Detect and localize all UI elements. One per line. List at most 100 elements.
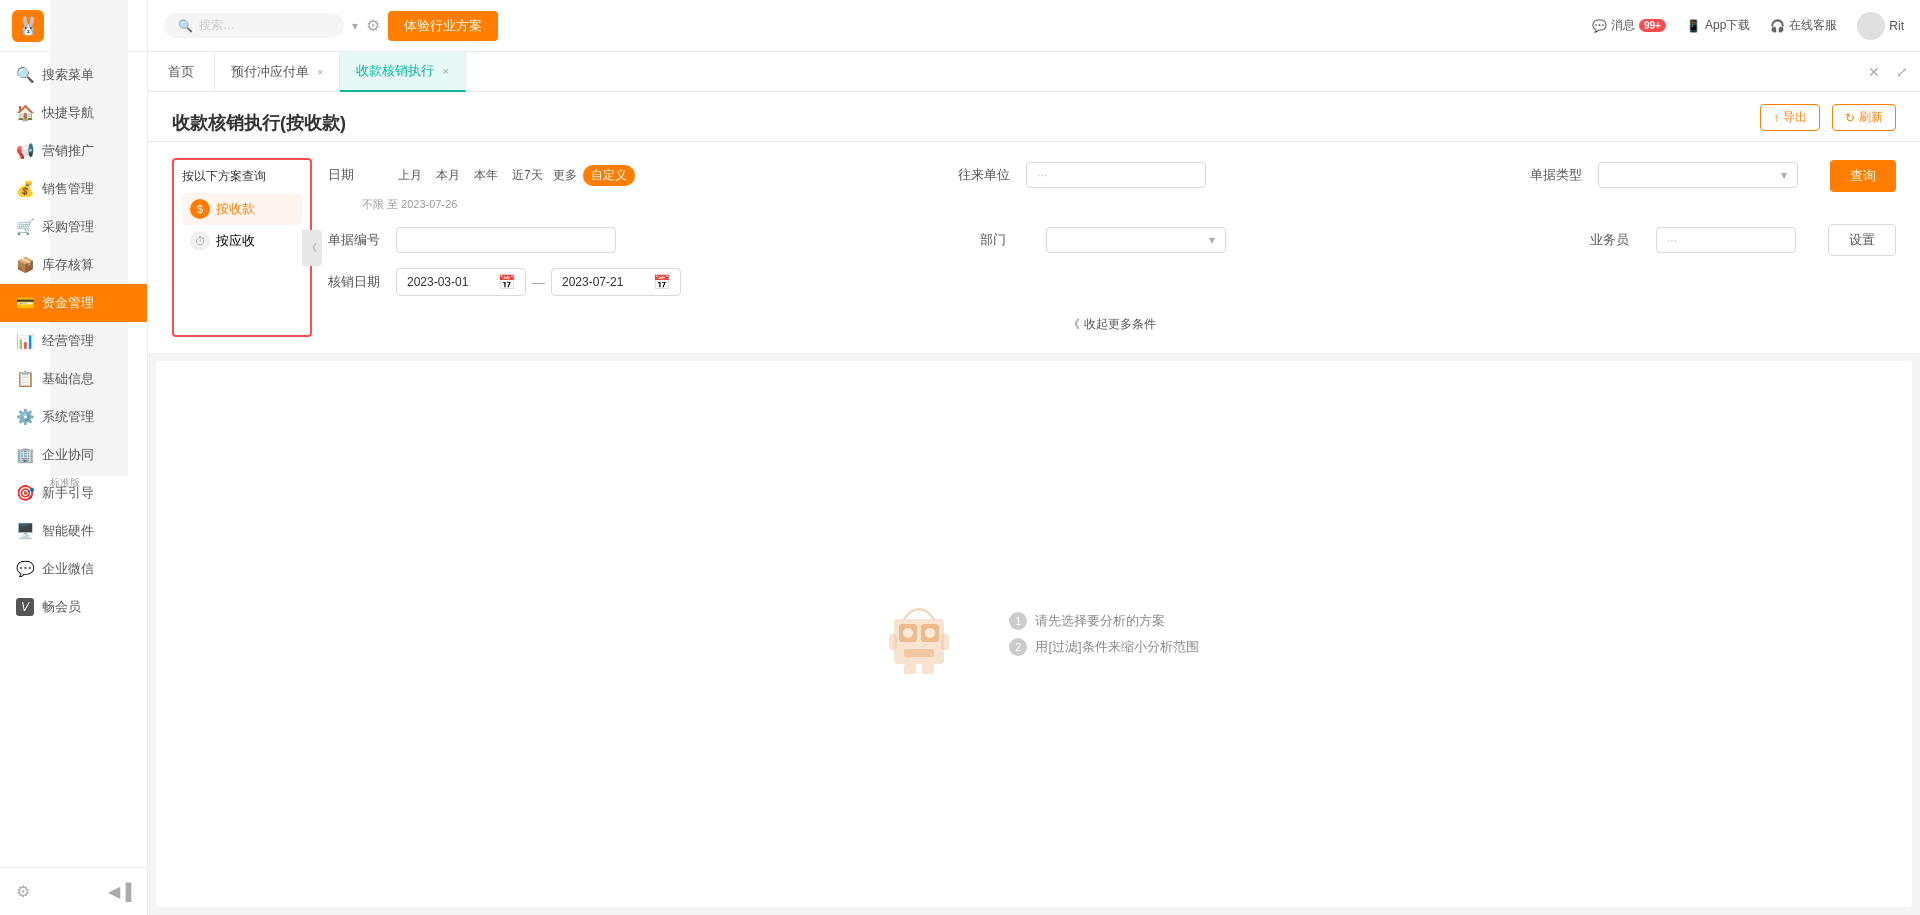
service-icon: 🎧 [1770, 19, 1785, 33]
doc-no-input[interactable] [396, 227, 616, 253]
online-service-btn[interactable]: 🎧 在线客服 [1770, 17, 1837, 34]
close-tab-icon[interactable]: ✕ [1864, 62, 1884, 82]
doc-type-select[interactable]: ▾ [1598, 162, 1798, 188]
calendar-start-icon: 📅 [498, 274, 515, 290]
date-last-month[interactable]: 上月 [394, 165, 426, 186]
search-icon: 🔍 [16, 66, 34, 84]
receipt-icon: $ [190, 199, 210, 219]
sidebar-item-member[interactable]: V 畅会员 [0, 588, 147, 626]
dept-select[interactable]: ▾ [1046, 227, 1226, 253]
tab-collection-close[interactable]: × [442, 65, 448, 77]
message-icon: 💬 [1592, 19, 1607, 33]
date-more[interactable]: 更多 [553, 167, 577, 184]
collapse-sidebar-icon[interactable]: ◀▐ [108, 882, 131, 901]
tab-home-label: 首页 [168, 63, 194, 81]
purchase-icon: 🛒 [16, 218, 34, 236]
hardware-icon: 🖥️ [16, 522, 34, 540]
collapse-more-btn[interactable]: 《 收起更多条件 [1056, 312, 1168, 337]
filter-panel-collapse-btn[interactable]: 《 [302, 230, 322, 266]
app-download-label: App下载 [1705, 17, 1750, 34]
sidebar-item-label: 搜索菜单 [42, 66, 94, 84]
sidebar-item-finance[interactable]: 💳 资金管理 [0, 284, 147, 322]
counterpart-input[interactable]: ··· [1026, 162, 1206, 188]
inventory-icon: 📦 [16, 256, 34, 274]
user-area[interactable]: Rit [1857, 12, 1904, 40]
svg-rect-8 [904, 664, 916, 674]
filter-option-by-receipt[interactable]: $ 按收款 [182, 193, 302, 225]
sidebar-item-hardware[interactable]: 🖥️ 智能硬件 [0, 512, 147, 550]
topbar-gear-icon[interactable]: ⚙ [366, 16, 380, 35]
refresh-btn[interactable]: ↻ 刷新 [1832, 104, 1896, 131]
maximize-icon[interactable]: ⤢ [1892, 62, 1912, 82]
industry-btn[interactable]: 体验行业方案 [388, 11, 498, 41]
system-icon: ⚙️ [16, 408, 34, 426]
tip-text-1: 请先选择要分析的方案 [1035, 612, 1165, 630]
filter-form: 日期 上月 本月 本年 近7天 更多 自定义 往来单位 ··· [328, 158, 1896, 337]
export-btn[interactable]: ↑ 导出 [1760, 104, 1820, 131]
topbar-left: 🔍 搜索… ▾ ⚙ 体验行业方案 [164, 11, 1580, 41]
sidebar-item-inventory[interactable]: 📦 库存核算 [0, 246, 147, 284]
sidebar-item-search[interactable]: 🔍 搜索菜单 [0, 56, 147, 94]
guide-icon: 🎯 [16, 484, 34, 502]
sidebar-item-label: 智能硬件 [42, 522, 94, 540]
tab-prepay[interactable]: 预付冲应付单 × [215, 52, 340, 92]
message-btn[interactable]: 💬 消息 99+ [1592, 17, 1666, 34]
date-custom[interactable]: 自定义 [583, 165, 635, 186]
date-this-year[interactable]: 本年 [470, 165, 502, 186]
date-this-month[interactable]: 本月 [432, 165, 464, 186]
tab-collection[interactable]: 收款核销执行 × [340, 52, 465, 92]
date-range: 2023-03-01 📅 — 2023-07-21 📅 [396, 268, 681, 296]
tip-num-1: 1 [1009, 612, 1027, 630]
svg-rect-3 [904, 649, 934, 657]
verify-date-end[interactable]: 2023-07-21 📅 [551, 268, 681, 296]
filter-option-by-receivable[interactable]: ⏱ 按应收 [182, 225, 302, 257]
sidebar-item-nav[interactable]: 🏠 快捷导航 [0, 94, 147, 132]
verify-date-start[interactable]: 2023-03-01 📅 [396, 268, 526, 296]
filter-option-label: 按收款 [216, 200, 255, 218]
query-btn[interactable]: 查询 [1830, 160, 1896, 192]
avatar [1857, 12, 1885, 40]
sidebar-item-label: 企业协同 [42, 446, 94, 464]
setting-btn-area: 设置 [1828, 224, 1896, 256]
content-area: 收款核销执行(按收款) ↑ 导出 ↻ 刷新 按以下方案查询 [148, 92, 1920, 915]
chevron-up-icon: 《 [1068, 316, 1080, 333]
setting-btn[interactable]: 设置 [1828, 224, 1896, 256]
sidebar-item-marketing[interactable]: 📢 营销推广 [0, 132, 147, 170]
counterpart-label: 往来单位 [958, 166, 1010, 184]
tip-text-2: 用[过滤]条件来缩小分析范围 [1035, 638, 1198, 656]
sidebar-item-label: 快捷导航 [42, 104, 94, 122]
tab-home[interactable]: 首页 [148, 52, 215, 92]
date-7days[interactable]: 近7天 [508, 165, 547, 186]
sidebar-item-purchase[interactable]: 🛒 采购管理 [0, 208, 147, 246]
sidebar-item-system[interactable]: ⚙️ 系统管理 [0, 398, 147, 436]
empty-tips: 1 请先选择要分析的方案 2 用[过滤]条件来缩小分析范围 [1009, 612, 1198, 656]
sidebar-item-label: 新手引导 [42, 484, 94, 502]
sidebar-item-operation[interactable]: 📊 经营管理 [0, 322, 147, 360]
app-download-btn[interactable]: 📱 App下载 [1686, 17, 1750, 34]
tab-prepay-label: 预付冲应付单 [231, 63, 309, 81]
page-header-actions: ↑ 导出 ↻ 刷新 [1760, 104, 1896, 141]
sidebar-item-wechat[interactable]: 💬 企业微信 [0, 550, 147, 588]
sidebar-item-label: 企业微信 [42, 560, 94, 578]
app-icon: 📱 [1686, 19, 1701, 33]
topbar-search-box[interactable]: 🔍 搜索… [164, 13, 344, 38]
settings-icon[interactable]: ⚙ [16, 882, 30, 901]
empty-tip-1: 1 请先选择要分析的方案 [1009, 612, 1198, 630]
tab-prepay-close[interactable]: × [317, 66, 323, 78]
empty-svg [869, 589, 969, 679]
staff-select[interactable]: ··· [1656, 227, 1796, 253]
sidebar-item-corp[interactable]: 🏢 企业协同 [0, 436, 147, 474]
receivable-icon: ⏱ [190, 231, 210, 251]
sidebar-item-guide[interactable]: 🎯 新手引导 [0, 474, 147, 512]
filter-area: 按以下方案查询 $ 按收款 ⏱ 按应收 《 日期 上月 本月 [148, 142, 1920, 353]
filter-row-3: 核销日期 2023-03-01 📅 — 2023-07-21 📅 [328, 268, 1896, 296]
doc-no-label: 单据编号 [328, 231, 380, 249]
topbar-chevron-icon[interactable]: ▾ [352, 19, 358, 33]
message-badge: 99+ [1639, 19, 1666, 32]
corp-icon: 🏢 [16, 446, 34, 464]
filter-option-label: 按应收 [216, 232, 255, 250]
sidebar-item-basic[interactable]: 📋 基础信息 [0, 360, 147, 398]
sidebar-item-label: 基础信息 [42, 370, 94, 388]
sidebar-item-sales[interactable]: 💰 销售管理 [0, 170, 147, 208]
svg-point-4 [903, 628, 913, 638]
